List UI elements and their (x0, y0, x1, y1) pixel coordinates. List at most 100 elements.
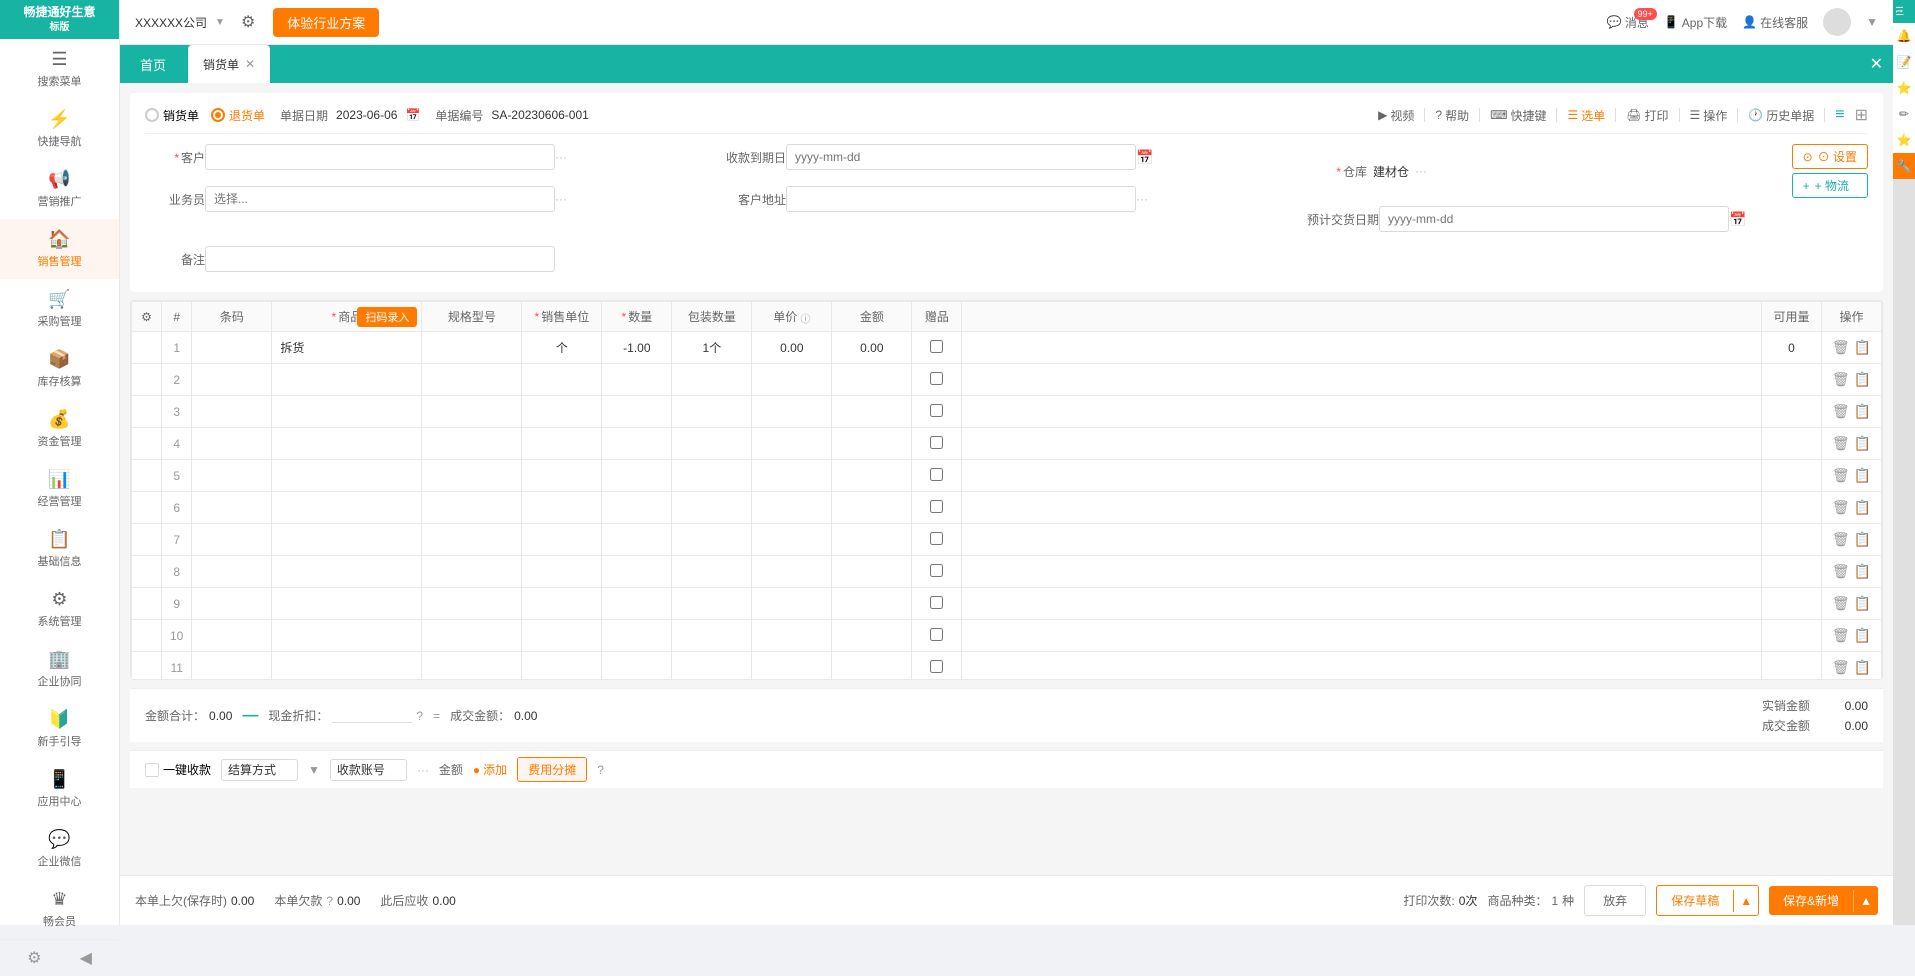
cell-price[interactable] (752, 364, 832, 396)
toolbar-video[interactable]: ▶ 视频 (1378, 107, 1414, 124)
cell-pkgqty[interactable] (672, 620, 752, 652)
cell-spec[interactable] (422, 396, 522, 428)
cell-price[interactable] (752, 460, 832, 492)
cell-product[interactable] (272, 524, 422, 556)
cell-spec[interactable] (422, 364, 522, 396)
cell-unit[interactable] (522, 460, 602, 492)
float-btn-edit[interactable]: ✏ (1893, 101, 1915, 127)
cell-product[interactable] (272, 492, 422, 524)
cell-unit[interactable]: 个 (522, 332, 602, 364)
cell-gift[interactable] (912, 428, 962, 460)
cell-pkgqty[interactable] (672, 492, 752, 524)
cell-pkgqty[interactable] (672, 460, 752, 492)
cell-qty[interactable] (602, 492, 672, 524)
copy-row-icon[interactable]: 📋 (1854, 371, 1871, 388)
sidebar-item-business[interactable]: 📊 经营管理 (0, 459, 119, 519)
cell-price[interactable]: 0.00 (752, 332, 832, 364)
radio-sales[interactable]: 销货单 (145, 107, 199, 124)
cell-barcode[interactable] (192, 460, 272, 492)
cell-product[interactable] (272, 460, 422, 492)
company-selector[interactable]: XXXXXX公司 ▼ (135, 14, 225, 31)
cell-amount[interactable] (832, 364, 912, 396)
tab-close-icon[interactable]: ✕ (245, 57, 255, 71)
cell-spec[interactable] (422, 588, 522, 620)
sidebar-item-guide[interactable]: 🔰 新手引导 (0, 699, 119, 759)
tab-sales-order[interactable]: 销货单 ✕ (188, 45, 270, 83)
gift-checkbox[interactable] (930, 372, 943, 385)
cell-barcode[interactable] (192, 428, 272, 460)
float-btn-star1[interactable]: ⭐ (1893, 75, 1915, 101)
cell-price[interactable] (752, 652, 832, 680)
payment-help-icon[interactable]: ? (597, 763, 604, 777)
cell-product[interactable] (272, 652, 422, 680)
cell-gift[interactable] (912, 332, 962, 364)
cell-qty[interactable] (602, 620, 672, 652)
sidebar-item-purchase[interactable]: 🛒 采购管理 (0, 279, 119, 339)
cell-spec[interactable] (422, 428, 522, 460)
cell-barcode[interactable] (192, 492, 272, 524)
toolbar-action[interactable]: ☰ 操作 (1690, 107, 1728, 124)
cell-barcode[interactable] (192, 620, 272, 652)
cell-unit[interactable] (522, 652, 602, 680)
discount-input[interactable] (332, 708, 412, 723)
cell-price[interactable] (752, 492, 832, 524)
sidebar-item-quick-nav[interactable]: ⚡ 快捷导航 (0, 99, 119, 159)
gift-checkbox[interactable] (930, 340, 943, 353)
one-click-payment-checkbox[interactable]: 一键收款 (145, 761, 211, 778)
trial-button[interactable]: 体验行业方案 (273, 8, 379, 37)
user-dropdown-arrow[interactable]: ▼ (1866, 15, 1878, 29)
save-new-arrow[interactable]: ▲ (1853, 890, 1878, 912)
cell-price[interactable] (752, 396, 832, 428)
cell-amount[interactable] (832, 620, 912, 652)
cell-unit[interactable] (522, 364, 602, 396)
cell-unit[interactable] (522, 588, 602, 620)
cell-amount[interactable] (832, 492, 912, 524)
cell-unit[interactable] (522, 492, 602, 524)
payment-method-dropdown[interactable]: ▼ (308, 763, 320, 777)
warehouse-dots[interactable]: ··· (1415, 164, 1427, 178)
cell-spec[interactable] (422, 652, 522, 680)
cell-product[interactable] (272, 396, 422, 428)
copy-row-icon[interactable]: 📋 (1854, 595, 1871, 612)
cell-barcode[interactable] (192, 652, 272, 680)
cell-spec[interactable] (422, 332, 522, 364)
cell-price[interactable] (752, 620, 832, 652)
toolbar-select[interactable]: ☰ 选单 (1567, 107, 1605, 124)
view-toggle-list[interactable]: ≡ (1835, 106, 1844, 124)
cell-spec[interactable] (422, 460, 522, 492)
cell-amount[interactable] (832, 652, 912, 680)
cell-product[interactable]: 拆货 (272, 332, 422, 364)
sidebar-item-system[interactable]: ⚙ 系统管理 (0, 579, 119, 639)
cell-unit[interactable] (522, 396, 602, 428)
copy-row-icon[interactable]: 📋 (1854, 435, 1871, 452)
due-date-calendar-icon[interactable]: 📅 (1136, 149, 1153, 166)
cell-pkgqty[interactable] (672, 364, 752, 396)
address-input[interactable] (786, 186, 1136, 212)
gift-checkbox[interactable] (930, 404, 943, 417)
sidebar-item-search[interactable]: ☰ 搜索菜单 (0, 39, 119, 99)
copy-row-icon[interactable]: 📋 (1854, 499, 1871, 516)
cell-gift[interactable] (912, 396, 962, 428)
customer-dots[interactable]: ··· (555, 150, 567, 164)
remark-input[interactable] (205, 246, 555, 272)
float-btn-itl[interactable]: Itl (1893, 0, 1915, 23)
delete-row-icon[interactable]: 🗑 (1832, 563, 1850, 580)
calendar-icon[interactable]: 📅 (405, 108, 420, 122)
app-download-button[interactable]: 📱 App下载 (1664, 14, 1727, 31)
sidebar-item-base[interactable]: 📋 基础信息 (0, 519, 119, 579)
save-draft-arrow[interactable]: ▲ (1733, 890, 1758, 912)
cell-pkgqty[interactable] (672, 652, 752, 680)
float-btn-bell[interactable]: 🔔 (1893, 23, 1915, 49)
cell-price[interactable] (752, 524, 832, 556)
cell-barcode[interactable] (192, 588, 272, 620)
sidebar-settings-icon[interactable]: ⚙ (27, 948, 41, 968)
toolbar-help[interactable]: ? 帮助 (1435, 107, 1469, 124)
delete-row-icon[interactable]: 🗑 (1832, 595, 1850, 612)
toolbar-print[interactable]: 🖨 打印 (1626, 107, 1668, 124)
copy-row-icon[interactable]: 📋 (1854, 627, 1871, 644)
expected-date-calendar-icon[interactable]: 📅 (1729, 211, 1746, 228)
cell-pkgqty[interactable] (672, 428, 752, 460)
save-draft-button[interactable]: 保存草稿 (1657, 886, 1733, 915)
sidebar-item-member[interactable]: ♛ 畅会员 (0, 879, 119, 939)
cell-gift[interactable] (912, 364, 962, 396)
